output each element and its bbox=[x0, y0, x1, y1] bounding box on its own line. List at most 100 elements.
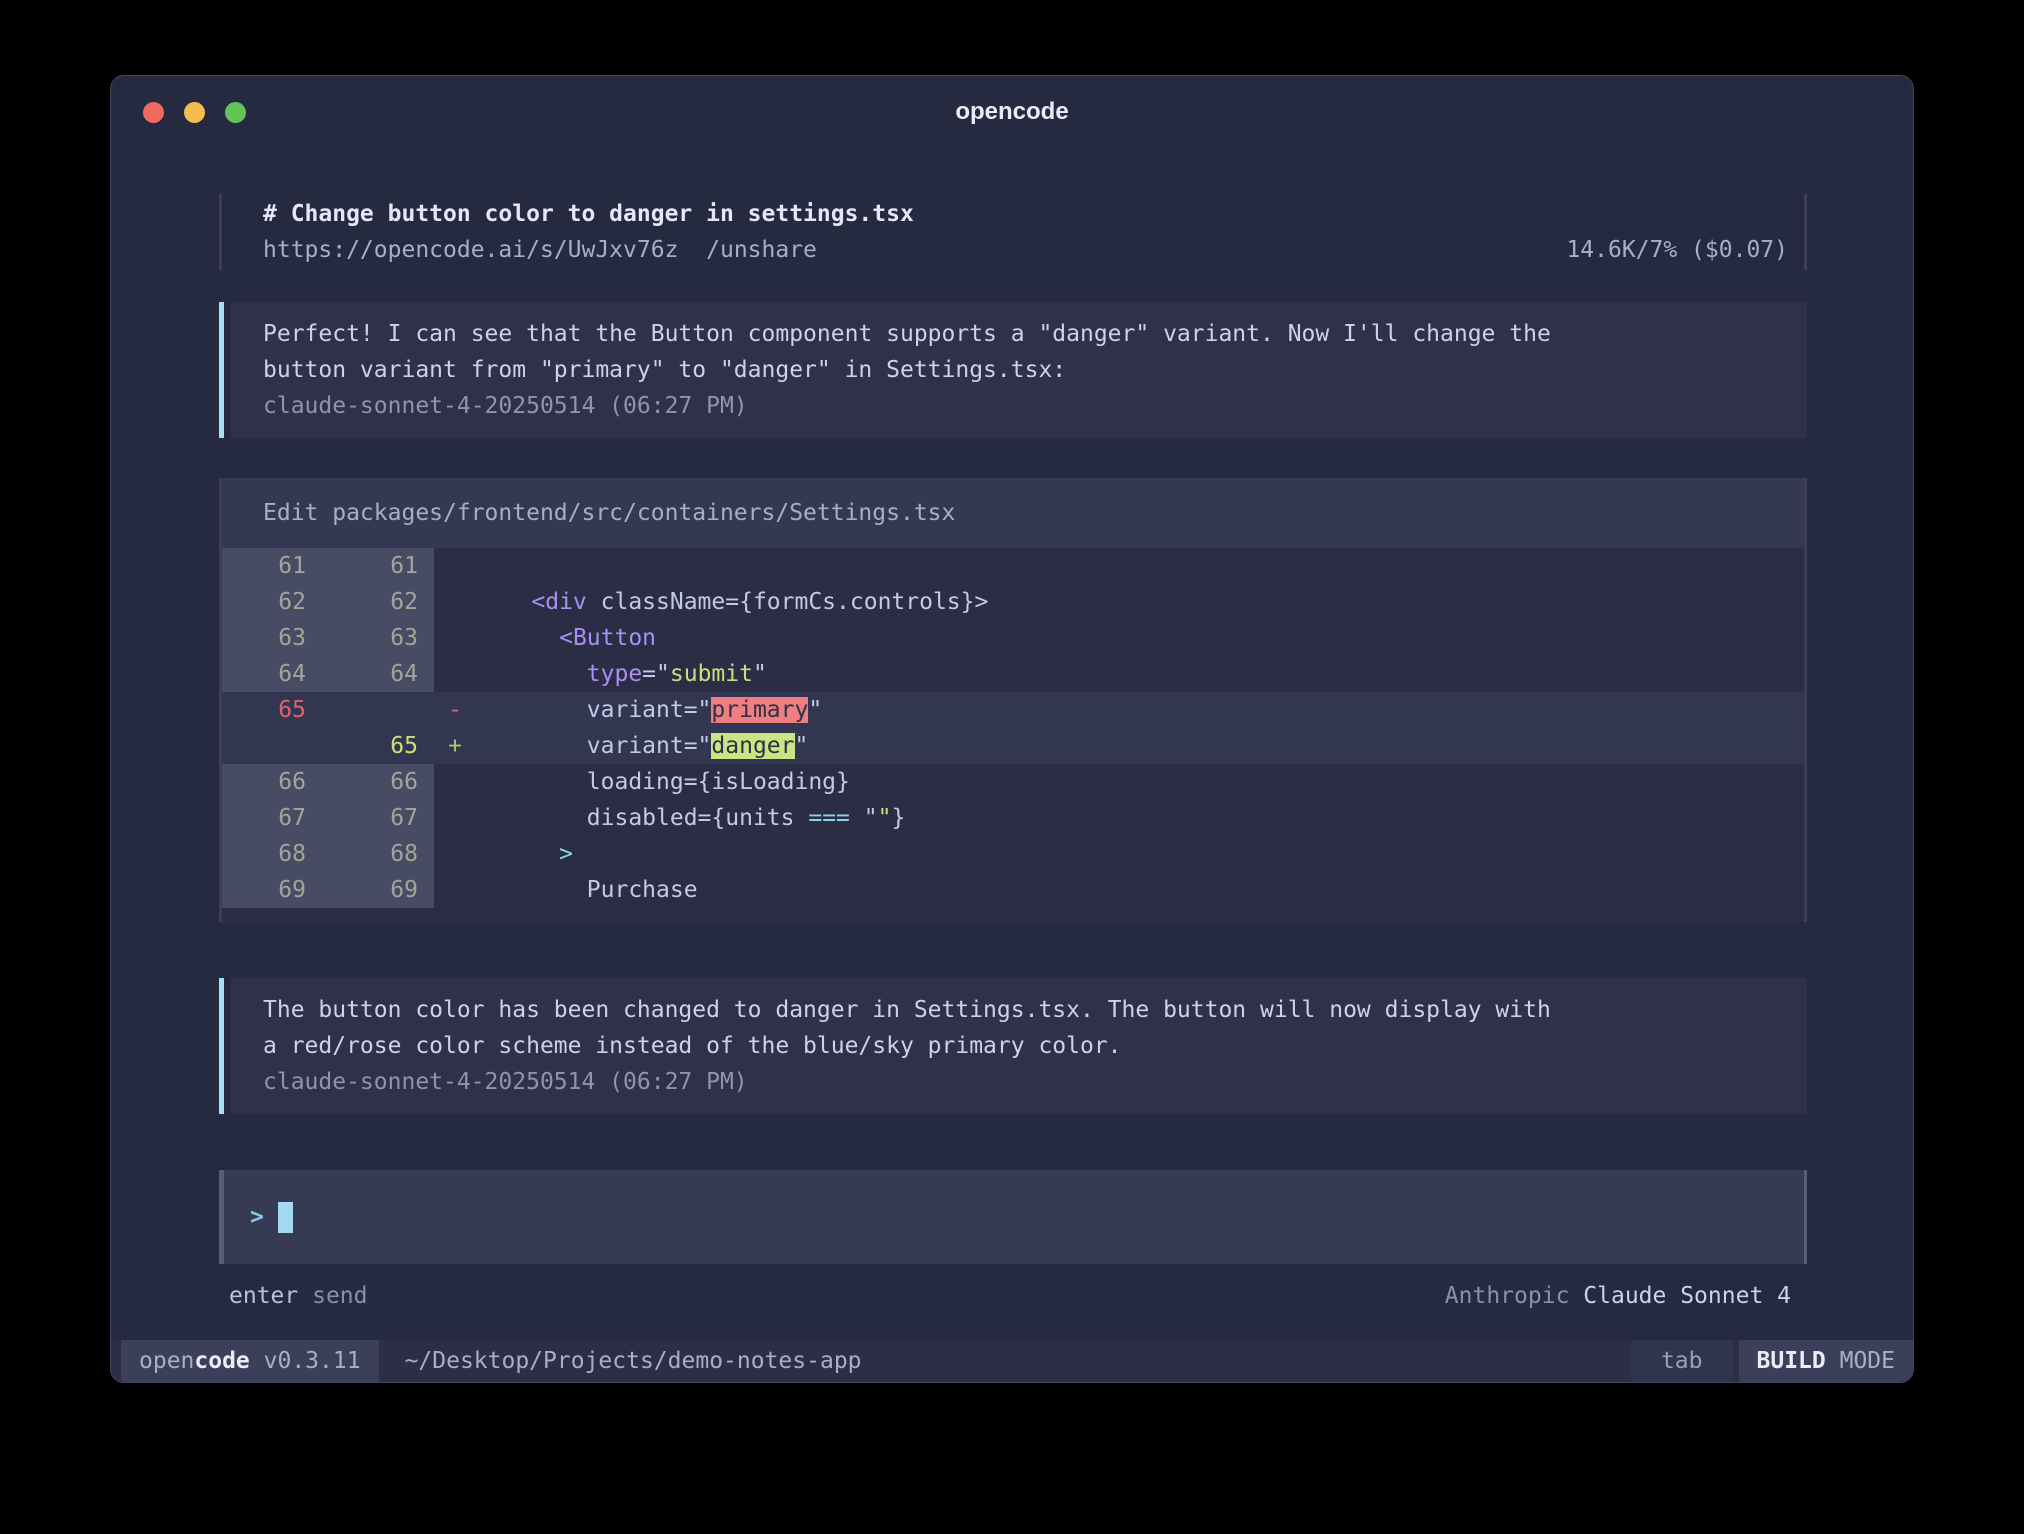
line-number-new: 69 bbox=[322, 872, 434, 908]
line-number-new: 62 bbox=[322, 584, 434, 620]
hint-gap bbox=[298, 1283, 312, 1309]
message-line: button variant from "primary" to "danger… bbox=[263, 352, 1787, 388]
provider-label: Anthropic bbox=[1445, 1283, 1570, 1309]
diff-row: 65+ variant="danger" bbox=[222, 728, 1804, 764]
code-segment: " bbox=[795, 733, 809, 759]
assistant-message: Perfect! I can see that the Button compo… bbox=[219, 302, 1807, 438]
code-segment: submit bbox=[670, 661, 753, 687]
share-url-link[interactable]: https://opencode.ai/s/UwJxv76z bbox=[263, 237, 678, 263]
line-number-old: 64 bbox=[222, 656, 322, 692]
code-segment: type bbox=[587, 661, 642, 687]
edit-tool-block: Edit packages/frontend/src/containers/Se… bbox=[219, 478, 1807, 922]
line-number-new: 63 bbox=[322, 620, 434, 656]
code-segment: className={formCs.controls}> bbox=[587, 589, 989, 615]
main-column: # Change button color to danger in setti… bbox=[219, 76, 1807, 1314]
token-stats: 14.6K/7% ($0.07) bbox=[1566, 232, 1788, 268]
line-number-old: 66 bbox=[222, 764, 322, 800]
code-line: type="submit" bbox=[476, 656, 1804, 692]
diff-row: 6767 disabled={units === ""} bbox=[222, 800, 1804, 836]
code-segment: loading={isLoading} bbox=[476, 769, 850, 795]
code-line: disabled={units === ""} bbox=[476, 800, 1804, 836]
diff-marker bbox=[434, 548, 476, 584]
diff-marker bbox=[434, 620, 476, 656]
message-accent-bar bbox=[219, 302, 224, 438]
code-line: loading={isLoading} bbox=[476, 764, 1804, 800]
code-segment: disabled={units bbox=[476, 805, 808, 831]
code-segment: =" bbox=[642, 661, 670, 687]
diff-row: 6161 bbox=[222, 548, 1804, 584]
diff-row: 6262 <div className={formCs.controls}> bbox=[222, 584, 1804, 620]
model-label: Claude Sonnet 4 bbox=[1583, 1283, 1791, 1309]
status-bar: opencode v0.3.11 ~/Desktop/Projects/demo… bbox=[111, 1340, 1913, 1382]
diff-marker bbox=[434, 656, 476, 692]
diff-row: 6868 > bbox=[222, 836, 1804, 872]
hints-row: enter send Anthropic Claude Sonnet 4 bbox=[219, 1278, 1807, 1314]
prompt-input[interactable]: > bbox=[219, 1170, 1807, 1264]
close-button[interactable] bbox=[143, 102, 164, 123]
code-line bbox=[476, 548, 1804, 584]
app-name-open: open bbox=[139, 1348, 194, 1374]
text-cursor bbox=[278, 1202, 293, 1233]
code-line: variant="primary" bbox=[476, 692, 1804, 728]
line-number-new bbox=[322, 692, 434, 728]
message-accent-bar bbox=[219, 978, 224, 1114]
diff-marker bbox=[434, 872, 476, 908]
hint-gap bbox=[1569, 1283, 1583, 1309]
code-segment: danger bbox=[711, 733, 794, 759]
message-line: a red/rose color scheme instead of the b… bbox=[263, 1028, 1787, 1064]
code-line: Purchase bbox=[476, 872, 1804, 908]
app-version: v0.3.11 bbox=[250, 1348, 361, 1374]
diff-row: 6464 type="submit" bbox=[222, 656, 1804, 692]
line-number-new: 64 bbox=[322, 656, 434, 692]
code-segment: " bbox=[753, 661, 767, 687]
code-segment: variant=" bbox=[476, 697, 711, 723]
code-segment: <Button bbox=[559, 625, 656, 651]
diff-marker bbox=[434, 836, 476, 872]
code-segment bbox=[476, 625, 559, 651]
line-number-new: 65 bbox=[322, 728, 434, 764]
model-indicator: Anthropic Claude Sonnet 4 bbox=[1445, 1278, 1791, 1314]
edit-tool-title: Edit packages/frontend/src/containers/Se… bbox=[222, 478, 1804, 548]
diff-row: 6666 loading={isLoading} bbox=[222, 764, 1804, 800]
code-segment bbox=[476, 589, 531, 615]
opencode-window: opencode # Change button color to danger… bbox=[110, 75, 1914, 1383]
code-segment: primary bbox=[711, 697, 808, 723]
prompt-inner: > bbox=[224, 1202, 293, 1233]
code-segment: " bbox=[878, 805, 892, 831]
diff-marker: + bbox=[434, 728, 476, 764]
line-number-old: 67 bbox=[222, 800, 322, 836]
message-body: Perfect! I can see that the Button compo… bbox=[231, 302, 1807, 438]
line-number-old: 61 bbox=[222, 548, 322, 584]
line-number-old: 62 bbox=[222, 584, 322, 620]
code-line: <Button bbox=[476, 620, 1804, 656]
session-header: # Change button color to danger in setti… bbox=[219, 194, 1807, 270]
prompt-symbol: > bbox=[250, 1204, 264, 1230]
line-number-new: 68 bbox=[322, 836, 434, 872]
diff-row: 6969 Purchase bbox=[222, 872, 1804, 908]
send-hint: enter send bbox=[229, 1278, 368, 1314]
code-segment: Purchase bbox=[476, 877, 698, 903]
tab-key-hint[interactable]: tab bbox=[1631, 1340, 1733, 1382]
code-segment: } bbox=[891, 805, 905, 831]
line-number-old: 68 bbox=[222, 836, 322, 872]
session-title: # Change button color to danger in setti… bbox=[263, 196, 1788, 232]
code-line: > bbox=[476, 836, 1804, 872]
build-mode-badge[interactable]: BUILD MODE bbox=[1739, 1340, 1914, 1382]
diff-marker bbox=[434, 764, 476, 800]
mode-name: BUILD bbox=[1757, 1348, 1826, 1374]
line-number-new: 66 bbox=[322, 764, 434, 800]
code-segment: variant=" bbox=[476, 733, 711, 759]
minimize-button[interactable] bbox=[184, 102, 205, 123]
message-line: The button color has been changed to dan… bbox=[263, 992, 1787, 1028]
message-meta: claude-sonnet-4-20250514 (06:27 PM) bbox=[263, 1064, 1787, 1100]
assistant-message: The button color has been changed to dan… bbox=[219, 978, 1807, 1114]
url-unshare-gap bbox=[678, 237, 706, 263]
diff-row: 6363 <Button bbox=[222, 620, 1804, 656]
code-segment: " bbox=[850, 805, 878, 831]
line-number-old: 65 bbox=[222, 692, 322, 728]
session-share-row: https://opencode.ai/s/UwJxv76z /unshare bbox=[263, 232, 817, 268]
code-segment bbox=[476, 661, 587, 687]
unshare-command[interactable]: /unshare bbox=[706, 237, 817, 263]
line-number-new: 67 bbox=[322, 800, 434, 836]
app-version-chip: opencode v0.3.11 bbox=[121, 1340, 379, 1382]
